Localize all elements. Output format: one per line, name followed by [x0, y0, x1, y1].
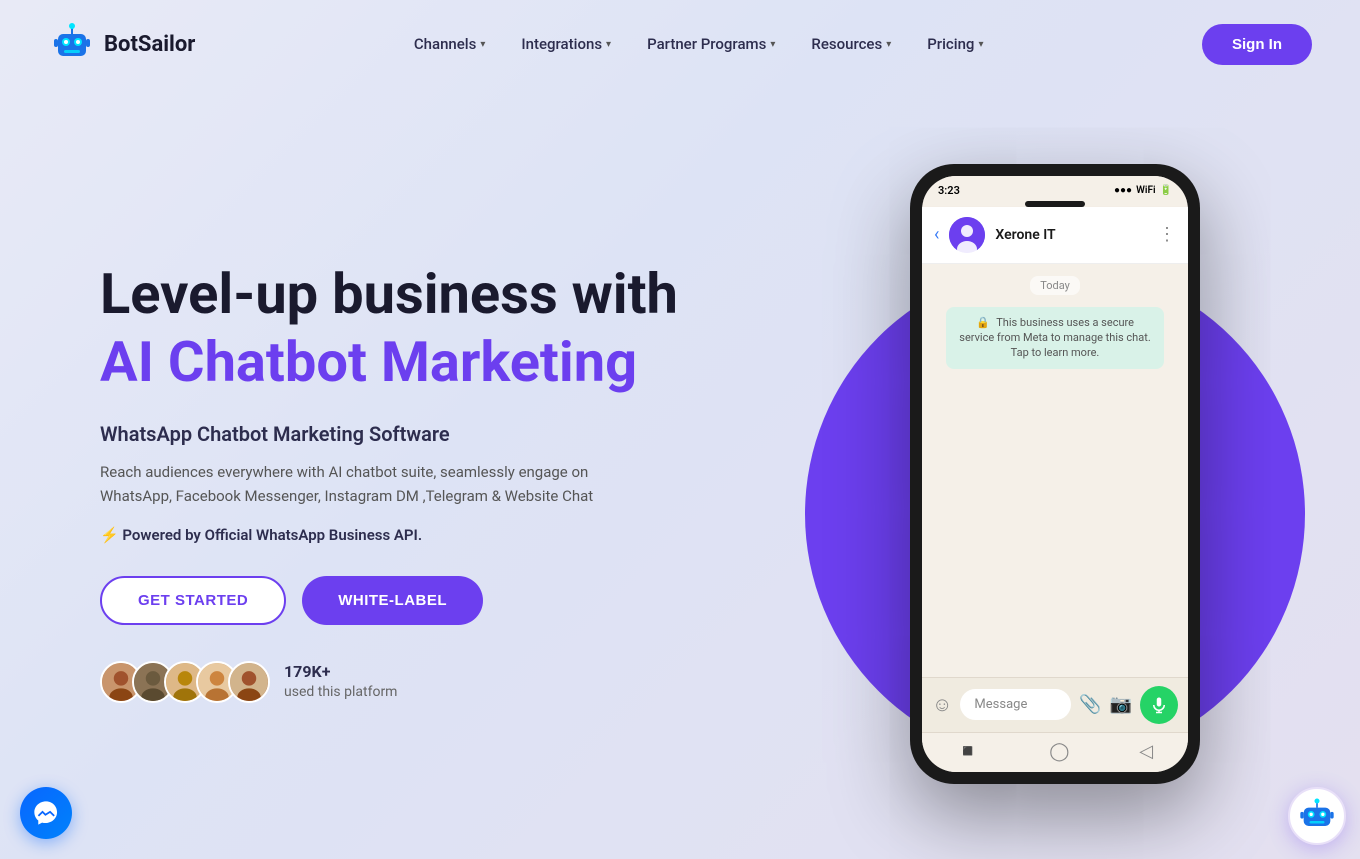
phone-time: 3:23: [938, 184, 960, 197]
nav-item-partner-programs[interactable]: Partner Programs ▾: [633, 27, 789, 61]
phone-nav-bar: ◾ ◯ ◁: [922, 732, 1188, 772]
hero-powered-text: ⚡ Powered by Official WhatsApp Business …: [100, 526, 678, 544]
nav-item-resources[interactable]: Resources ▾: [797, 27, 905, 61]
camera-icon[interactable]: 📷: [1110, 694, 1132, 715]
nav-links: Channels ▾ Integrations ▾ Partner Progra…: [400, 27, 998, 61]
whatsapp-header: ‹ Xerone IT ⋮: [922, 207, 1188, 264]
brand-name: BotSailor: [104, 32, 195, 57]
phone-status-bar: 3:23 ●●● WiFi 🔋: [922, 176, 1188, 201]
phone-mockup: 3:23 ●●● WiFi 🔋 ‹: [910, 164, 1200, 784]
logo-icon: [48, 20, 96, 68]
botsailor-chat-widget[interactable]: [1288, 787, 1346, 845]
chevron-down-icon: ▾: [978, 39, 983, 50]
phone-screen: 3:23 ●●● WiFi 🔋 ‹: [922, 176, 1188, 772]
messenger-float-button[interactable]: [20, 787, 72, 839]
avatar-stack: [100, 661, 270, 703]
hero-title-line2: AI Chatbot Marketing: [100, 332, 678, 394]
whatsapp-input-bar: ☺ Message 📎 📷: [922, 677, 1188, 732]
navbar: BotSailor Channels ▾ Integrations ▾ Part…: [0, 0, 1360, 88]
hero-subtitle: WhatsApp Chatbot Marketing Software: [100, 422, 678, 446]
attach-icon[interactable]: 📎: [1079, 694, 1101, 715]
user-count-label: used this platform: [284, 683, 397, 701]
chevron-down-icon: ▾: [886, 39, 891, 50]
mic-icon[interactable]: [1140, 686, 1178, 724]
system-message: 🔒 This business uses a secure service fr…: [946, 307, 1164, 369]
chat-date-label: Today: [1030, 276, 1080, 295]
lock-icon: 🔒: [976, 316, 990, 329]
hero-title-line1: Level-up business with: [100, 264, 678, 326]
chevron-down-icon: ▾: [480, 39, 485, 50]
hero-section: Level-up business with AI Chatbot Market…: [0, 88, 1360, 859]
back-nav-icon: ◁: [1139, 741, 1153, 762]
get-started-button[interactable]: GET STARTED: [100, 576, 286, 625]
nav-item-integrations[interactable]: Integrations ▾: [507, 27, 625, 61]
social-proof-text: 179K+ used this platform: [284, 662, 397, 701]
logo-link[interactable]: BotSailor: [48, 20, 195, 68]
hero-buttons: GET STARTED WHITE-LABEL: [100, 576, 678, 625]
chevron-down-icon: ▾: [606, 39, 611, 50]
social-proof: 179K+ used this platform: [100, 661, 678, 703]
botsailor-widget-icon: [1297, 796, 1337, 836]
contact-name: Xerone IT: [995, 227, 1148, 243]
back-arrow-icon: ‹: [934, 224, 939, 245]
message-input[interactable]: Message: [960, 689, 1071, 720]
more-options-icon: ⋮: [1158, 224, 1176, 245]
contact-info: Xerone IT: [995, 227, 1148, 243]
sign-in-button[interactable]: Sign In: [1202, 24, 1312, 65]
user-count: 179K+: [284, 662, 397, 683]
hero-content: Level-up business with AI Chatbot Market…: [100, 264, 678, 702]
phone-mockup-container: 3:23 ●●● WiFi 🔋 ‹: [830, 159, 1280, 809]
whatsapp-chat: Today 🔒 This business uses a secure serv…: [922, 264, 1188, 677]
emoji-icon[interactable]: ☺: [932, 692, 952, 717]
nav-item-pricing[interactable]: Pricing ▾: [913, 27, 997, 61]
messenger-icon: [32, 799, 60, 827]
white-label-button[interactable]: WHITE-LABEL: [302, 576, 483, 625]
contact-avatar: [949, 217, 985, 253]
chevron-down-icon: ▾: [770, 39, 775, 50]
home-nav-icon: ◾: [957, 741, 979, 762]
hero-description: Reach audiences everywhere with AI chatb…: [100, 460, 640, 508]
circle-nav-icon: ◯: [1049, 741, 1069, 762]
nav-item-channels[interactable]: Channels ▾: [400, 27, 500, 61]
avatar: [228, 661, 270, 703]
